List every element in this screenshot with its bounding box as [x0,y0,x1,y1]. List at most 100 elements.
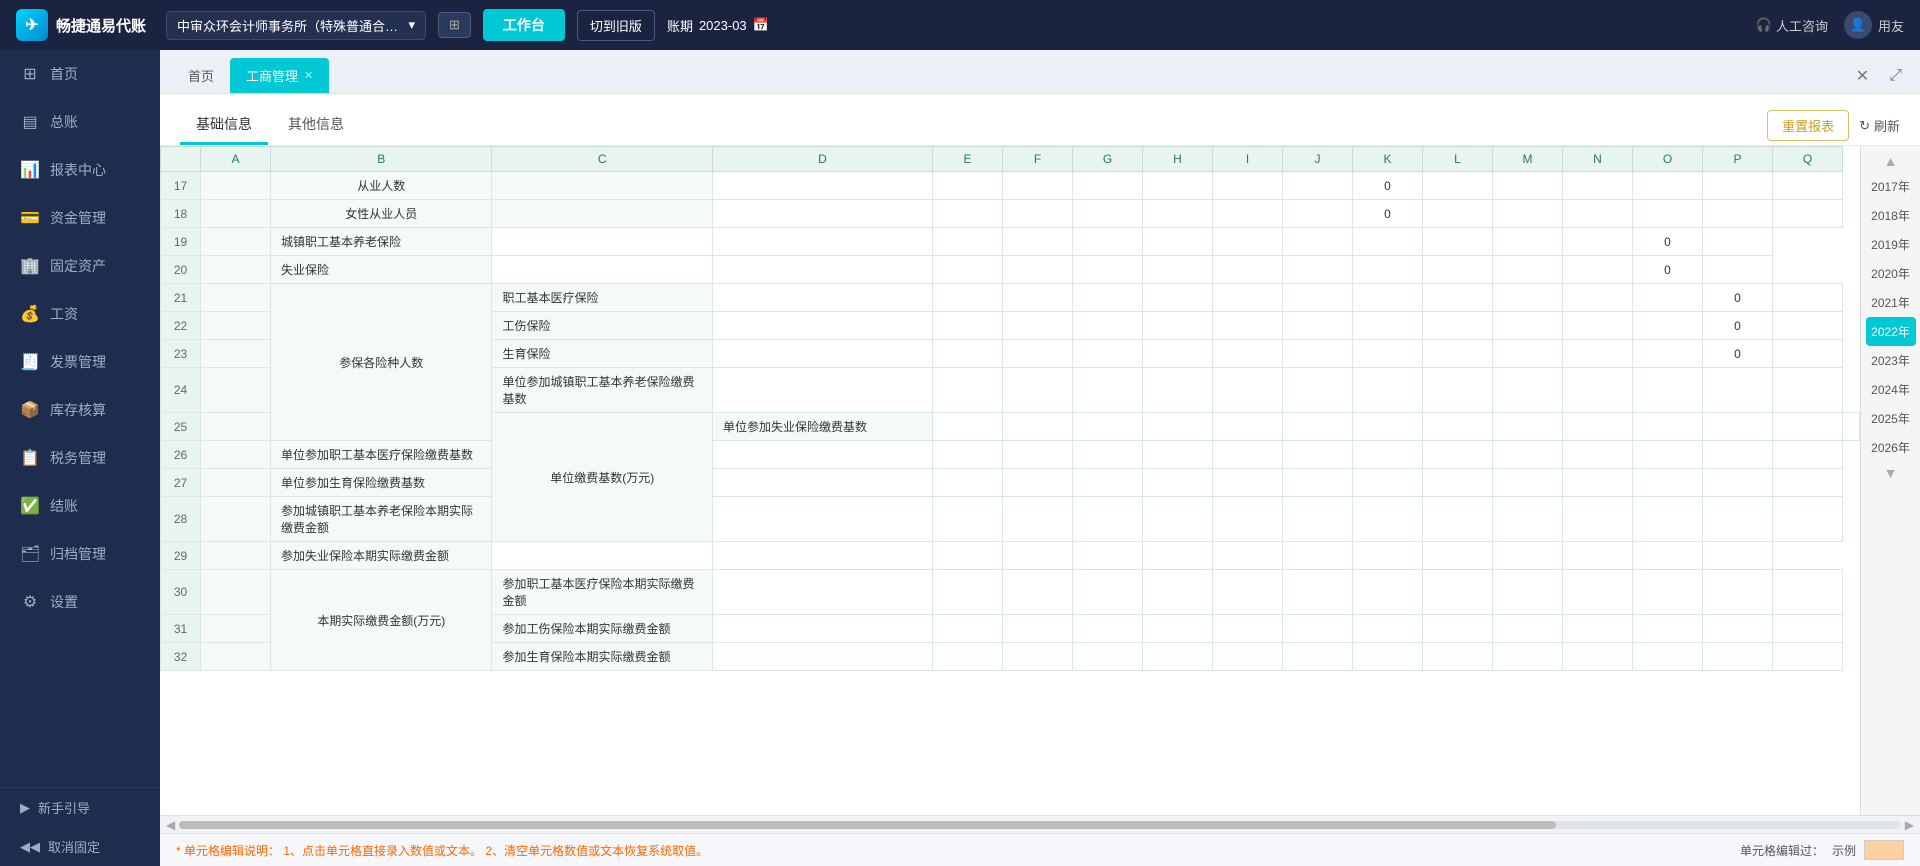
refresh-button[interactable]: ↻ 刷新 [1859,116,1900,135]
data-cell[interactable] [1212,570,1282,615]
data-cell[interactable] [1212,256,1282,284]
data-cell[interactable] [1212,368,1282,413]
data-cell[interactable] [1142,542,1212,570]
data-cell[interactable] [1772,172,1842,200]
workbench-button[interactable]: 工作台 [483,9,565,41]
data-cell[interactable] [1142,441,1212,469]
data-cell[interactable] [1002,312,1072,340]
data-cell[interactable] [1492,172,1562,200]
data-cell[interactable] [1142,497,1212,542]
data-cell[interactable] [1352,643,1422,671]
data-cell[interactable] [492,542,713,570]
data-cell[interactable] [1072,312,1142,340]
data-cell[interactable] [1212,542,1282,570]
data-cell[interactable] [1212,172,1282,200]
data-cell[interactable] [1212,312,1282,340]
year-2020[interactable]: 2020年 [1866,259,1916,288]
data-cell[interactable] [712,284,932,312]
tab-home[interactable]: 首页 [172,58,230,93]
data-cell[interactable] [1562,256,1632,284]
data-cell[interactable] [712,256,932,284]
data-cell[interactable] [1772,284,1842,312]
data-cell[interactable] [1212,340,1282,368]
data-cell[interactable] [1492,469,1562,497]
data-cell[interactable] [1212,615,1282,643]
data-cell[interactable] [1212,284,1282,312]
data-cell[interactable] [1632,172,1702,200]
data-cell[interactable] [1422,256,1492,284]
data-cell[interactable] [1072,497,1142,542]
data-cell[interactable] [712,312,932,340]
sidebar-item-ledger[interactable]: ▤ 总账 [0,98,160,146]
data-cell[interactable] [1772,200,1842,228]
data-cell[interactable] [1492,312,1562,340]
data-cell[interactable] [932,497,1002,542]
data-cell[interactable] [932,312,1002,340]
data-cell[interactable] [1562,570,1632,615]
data-cell[interactable] [1492,542,1562,570]
data-cell[interactable] [1282,200,1352,228]
data-cell[interactable] [1772,312,1842,340]
data-cell[interactable] [1142,643,1212,671]
data-cell[interactable] [1772,643,1842,671]
data-cell[interactable]: 0 [1702,284,1772,312]
data-cell[interactable] [1282,441,1352,469]
data-cell[interactable] [1282,256,1352,284]
data-cell[interactable] [1282,542,1352,570]
data-cell[interactable] [1632,497,1702,542]
data-cell[interactable] [1352,312,1422,340]
data-cell[interactable] [1282,172,1352,200]
data-cell[interactable] [492,228,713,256]
scroll-right-arrow[interactable]: ▶ [1901,818,1918,832]
data-cell[interactable] [712,441,932,469]
data-cell[interactable] [1702,441,1772,469]
data-cell[interactable] [932,441,1002,469]
data-cell[interactable] [1002,643,1072,671]
data-cell[interactable] [1702,200,1772,228]
data-cell[interactable] [1352,228,1422,256]
data-cell[interactable] [1142,615,1212,643]
data-cell[interactable] [1702,615,1772,643]
data-cell[interactable] [1422,469,1492,497]
data-cell[interactable] [712,497,932,542]
scroll-track[interactable] [179,821,1901,829]
data-cell[interactable] [1212,469,1282,497]
data-cell[interactable] [1632,542,1702,570]
data-cell[interactable] [1282,570,1352,615]
data-cell[interactable] [1072,570,1142,615]
table-wrapper[interactable]: A B C D E F G H I J K L [160,146,1860,815]
data-cell[interactable] [1702,542,1772,570]
data-cell[interactable] [932,200,1002,228]
data-cell[interactable]: 0 [1702,312,1772,340]
data-cell[interactable] [1002,615,1072,643]
data-cell[interactable] [1772,441,1842,469]
data-cell[interactable] [1142,312,1212,340]
data-cell[interactable] [1772,413,1842,441]
data-cell[interactable] [712,340,932,368]
data-cell[interactable] [1002,172,1072,200]
data-cell[interactable] [1632,368,1702,413]
data-cell[interactable] [1002,340,1072,368]
data-cell[interactable] [1282,312,1352,340]
sidebar-item-tax[interactable]: 📋 税务管理 [0,434,160,482]
data-cell[interactable] [1562,497,1632,542]
data-cell[interactable] [1282,615,1352,643]
data-cell[interactable] [1212,228,1282,256]
data-cell[interactable] [1212,643,1282,671]
company-selector[interactable]: 中审众环会计师事务所（特殊普通合伙... ▾ [166,11,426,40]
sidebar-item-closing[interactable]: ✅ 结账 [0,482,160,530]
data-cell[interactable] [1632,413,1702,441]
year-scroll-down[interactable]: ▼ [1873,462,1909,484]
data-cell[interactable] [712,615,932,643]
data-cell[interactable] [492,256,713,284]
data-cell[interactable] [1772,340,1842,368]
year-2024[interactable]: 2024年 [1866,375,1916,404]
data-cell[interactable] [1492,228,1562,256]
data-cell[interactable] [1702,368,1772,413]
data-cell[interactable]: 0 [1352,172,1422,200]
ai-consult-button[interactable]: 🎧 人工咨询 [1756,16,1828,35]
data-cell[interactable] [1352,615,1422,643]
data-cell[interactable] [1282,469,1352,497]
scroll-thumb[interactable] [179,821,1556,829]
data-cell[interactable] [1422,200,1492,228]
